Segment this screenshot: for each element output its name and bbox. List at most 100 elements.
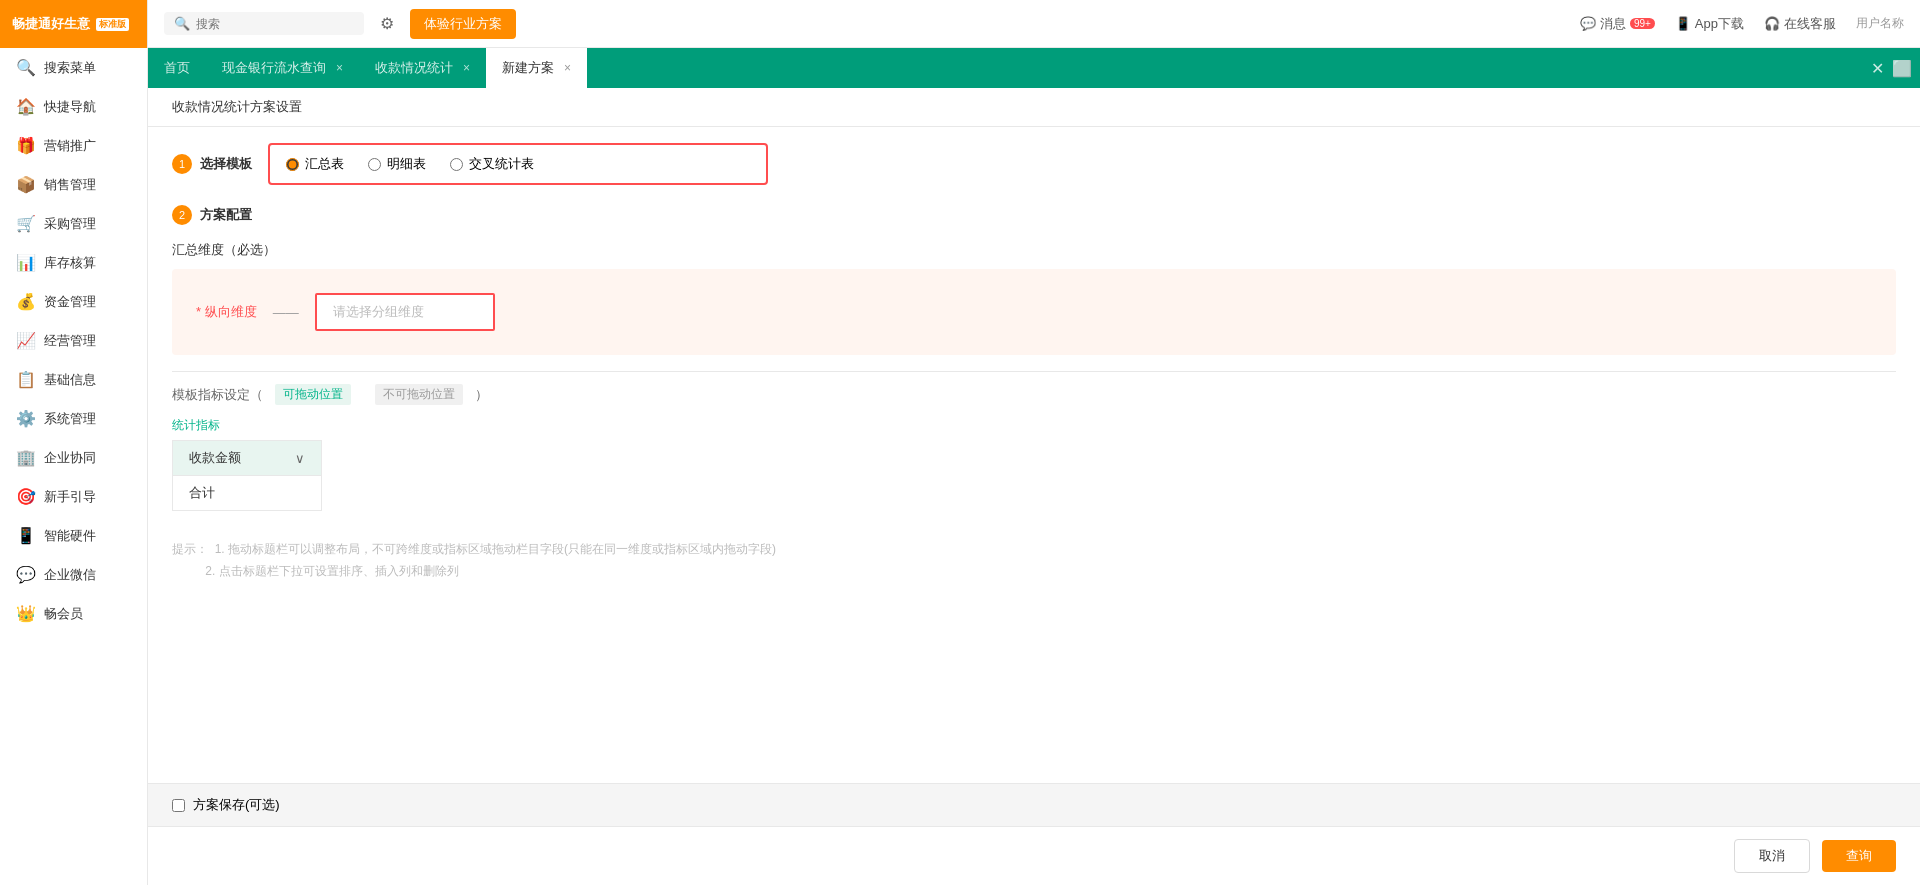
form-section: 1 选择模板 汇总表 明细表 交叉统计表 bbox=[148, 127, 1920, 783]
main-area: 🔍 ⚙ 体验行业方案 💬 消息 99+ 📱 App下载 🎧 在线客服 用户名称 … bbox=[148, 0, 1920, 885]
tab-new[interactable]: 新建方案 × bbox=[486, 48, 587, 88]
home-icon: 🏠 bbox=[16, 97, 36, 116]
service-item[interactable]: 🎧 在线客服 bbox=[1764, 15, 1836, 33]
sidebar-item-marketing[interactable]: 🎁 营销推广 bbox=[0, 126, 147, 165]
phone-icon: 📱 bbox=[16, 526, 36, 545]
notification-item[interactable]: 💬 消息 99+ bbox=[1580, 15, 1655, 33]
sidebar-item-base[interactable]: 📋 基础信息 bbox=[0, 360, 147, 399]
metrics-total-label: 合计 bbox=[189, 485, 215, 500]
message-icon: 💬 bbox=[1580, 16, 1596, 31]
search-menu-icon: 🔍 bbox=[16, 58, 36, 77]
sidebar-item-label: 企业微信 bbox=[44, 566, 96, 584]
sidebar-item-label: 企业协同 bbox=[44, 449, 96, 467]
chart-icon: 📊 bbox=[16, 253, 36, 272]
sidebar-item-quick[interactable]: 🏠 快捷导航 bbox=[0, 87, 147, 126]
search-box[interactable]: 🔍 bbox=[164, 12, 364, 35]
gear-icon: ⚙️ bbox=[16, 409, 36, 428]
draggable-badge: 可拖动位置 bbox=[275, 384, 351, 405]
chat-icon: 💬 bbox=[16, 565, 36, 584]
metrics-column-header[interactable]: 收款金额 ∨ bbox=[173, 441, 321, 476]
radio-detail[interactable]: 明细表 bbox=[368, 155, 426, 173]
search-input[interactable] bbox=[196, 17, 326, 31]
radio-cross-input[interactable] bbox=[450, 158, 463, 171]
maximize-icon[interactable]: ⬜ bbox=[1892, 59, 1912, 78]
sidebar-item-label: 采购管理 bbox=[44, 215, 96, 233]
tab-receipt-label: 收款情况统计 bbox=[375, 59, 453, 77]
step2-badge: 2 bbox=[172, 205, 192, 225]
dimension-input[interactable]: 请选择分组维度 bbox=[315, 293, 495, 331]
building-icon: 🏢 bbox=[16, 448, 36, 467]
radio-cross-label: 交叉统计表 bbox=[469, 155, 534, 173]
notification-label: 消息 bbox=[1600, 15, 1626, 33]
bottom-bar: 取消 查询 bbox=[148, 826, 1920, 885]
template-selector: 汇总表 明细表 交叉统计表 bbox=[268, 143, 768, 185]
sidebar-item-label: 销售管理 bbox=[44, 176, 96, 194]
tab-new-label: 新建方案 bbox=[502, 59, 554, 77]
metrics-table: 收款金额 ∨ 合计 bbox=[172, 440, 322, 511]
tab-bank-label: 现金银行流水查询 bbox=[222, 59, 326, 77]
sidebar-item-member[interactable]: 👑 畅会员 bbox=[0, 594, 147, 633]
tip2: 2. 点击标题栏下拉可设置排序、插入列和删除列 bbox=[172, 561, 1896, 583]
settings-icon[interactable]: ⚙ bbox=[380, 14, 394, 33]
radio-summary-input[interactable] bbox=[286, 158, 299, 171]
step1-row: 1 选择模板 汇总表 明细表 交叉统计表 bbox=[172, 143, 1896, 185]
tab-home[interactable]: 首页 bbox=[148, 48, 206, 88]
sidebar-item-label: 快捷导航 bbox=[44, 98, 96, 116]
tab-home-label: 首页 bbox=[164, 59, 190, 77]
tab-receipt[interactable]: 收款情况统计 × bbox=[359, 48, 486, 88]
non-draggable-badge: 不可拖动位置 bbox=[375, 384, 463, 405]
sidebar-item-search[interactable]: 🔍 搜索菜单 bbox=[0, 48, 147, 87]
user-info[interactable]: 用户名称 bbox=[1856, 15, 1904, 32]
sidebar-item-finance[interactable]: 💰 资金管理 bbox=[0, 282, 147, 321]
close-window-icon[interactable]: ✕ bbox=[1871, 59, 1884, 78]
dimension-box: * 纵向维度 —— 请选择分组维度 bbox=[172, 269, 1896, 355]
sidebar-item-hardware[interactable]: 📱 智能硬件 bbox=[0, 516, 147, 555]
column-dropdown-icon[interactable]: ∨ bbox=[295, 451, 305, 466]
service-label: 在线客服 bbox=[1784, 15, 1836, 33]
sidebar-item-sales[interactable]: 📦 销售管理 bbox=[0, 165, 147, 204]
page-header: 收款情况统计方案设置 bbox=[148, 88, 1920, 127]
save-label: 方案保存(可选) bbox=[193, 796, 280, 814]
radio-cross[interactable]: 交叉统计表 bbox=[450, 155, 534, 173]
sidebar-item-label: 系统管理 bbox=[44, 410, 96, 428]
dimension-title-text: 汇总维度（必选） bbox=[172, 242, 276, 257]
tips-section: 提示： 1. 拖动标题栏可以调整布局，不可跨维度或指标区域拖动栏目字段(只能在同… bbox=[172, 531, 1896, 590]
metrics-section: 模板指标设定（ 可拖动位置 不可拖动位置 ） 统计指标 收款金额 ∨ bbox=[172, 371, 1896, 511]
sidebar-item-operation[interactable]: 📈 经营管理 bbox=[0, 321, 147, 360]
metrics-total-row: 合计 bbox=[173, 476, 321, 510]
tab-receipt-close[interactable]: × bbox=[463, 61, 470, 75]
tab-new-close[interactable]: × bbox=[564, 61, 571, 75]
sidebar-item-label: 库存核算 bbox=[44, 254, 96, 272]
vertical-dim-label: * 纵向维度 bbox=[196, 303, 257, 321]
sidebar-item-label: 营销推广 bbox=[44, 137, 96, 155]
trial-button[interactable]: 体验行业方案 bbox=[410, 9, 516, 39]
cancel-button[interactable]: 取消 bbox=[1734, 839, 1810, 873]
money-icon: 💰 bbox=[16, 292, 36, 311]
step2-label: 方案配置 bbox=[200, 206, 252, 224]
download-label: App下载 bbox=[1695, 15, 1744, 33]
tabbar-right: ✕ ⬜ bbox=[1871, 59, 1920, 78]
sidebar-item-inventory[interactable]: 📊 库存核算 bbox=[0, 243, 147, 282]
sidebar-item-wechat[interactable]: 💬 企业微信 bbox=[0, 555, 147, 594]
metrics-title-text: 模板指标设定（ bbox=[172, 386, 263, 404]
radio-detail-label: 明细表 bbox=[387, 155, 426, 173]
metrics-column-label: 收款金额 bbox=[189, 449, 241, 467]
operation-icon: 📈 bbox=[16, 331, 36, 350]
save-checkbox[interactable] bbox=[172, 799, 185, 812]
radio-summary[interactable]: 汇总表 bbox=[286, 155, 344, 173]
sidebar-item-label: 搜索菜单 bbox=[44, 59, 96, 77]
radio-detail-input[interactable] bbox=[368, 158, 381, 171]
tab-bank[interactable]: 现金银行流水查询 × bbox=[206, 48, 359, 88]
download-item[interactable]: 📱 App下载 bbox=[1675, 15, 1744, 33]
sidebar-item-enterprise[interactable]: 🏢 企业协同 bbox=[0, 438, 147, 477]
tabbar: 首页 现金银行流水查询 × 收款情况统计 × 新建方案 × ✕ ⬜ bbox=[148, 48, 1920, 88]
dimension-title: 汇总维度（必选） bbox=[172, 241, 1896, 259]
tab-bank-close[interactable]: × bbox=[336, 61, 343, 75]
sidebar: 畅捷通好生意 标准版 🔍 搜索菜单 🏠 快捷导航 🎁 营销推广 📦 销售管理 🛒… bbox=[0, 0, 148, 885]
sidebar-item-system[interactable]: ⚙️ 系统管理 bbox=[0, 399, 147, 438]
sidebar-item-purchase[interactable]: 🛒 采购管理 bbox=[0, 204, 147, 243]
query-button[interactable]: 查询 bbox=[1822, 840, 1896, 872]
crown-icon: 👑 bbox=[16, 604, 36, 623]
sidebar-item-guide[interactable]: 🎯 新手引导 bbox=[0, 477, 147, 516]
sidebar-item-label: 新手引导 bbox=[44, 488, 96, 506]
